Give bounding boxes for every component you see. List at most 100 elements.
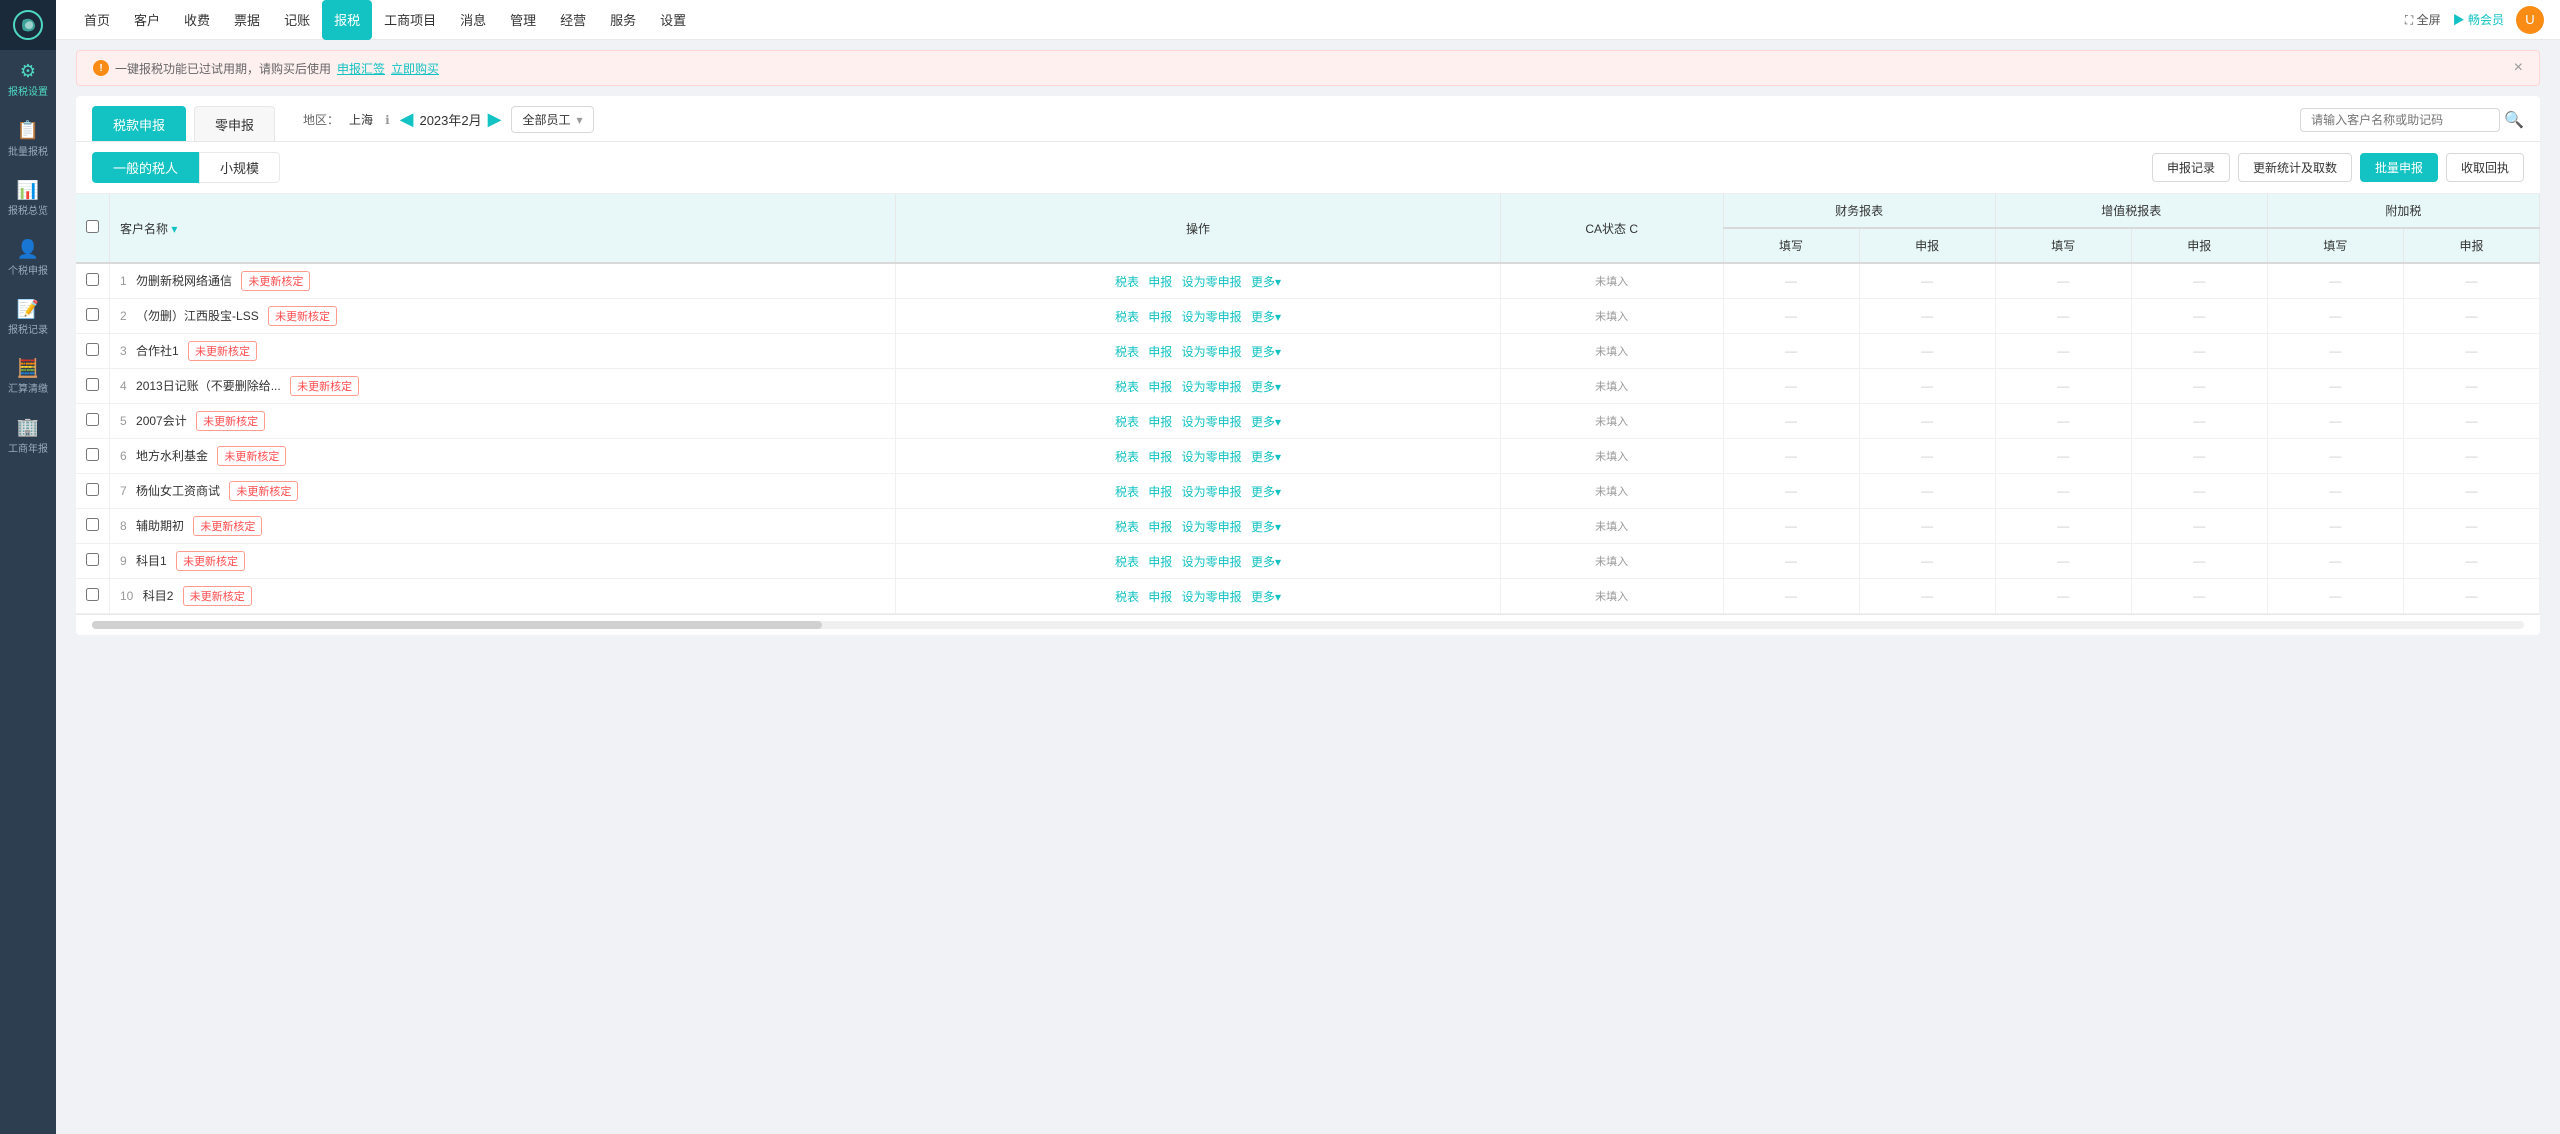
op-declare[interactable]: 申报 — [1148, 310, 1172, 324]
row-name: 2007会计 — [136, 414, 187, 428]
dept-select[interactable]: 全部员工 ▾ — [511, 106, 593, 133]
row-checkbox-0[interactable] — [86, 273, 99, 286]
search-input[interactable] — [2300, 108, 2500, 132]
op-set-zero[interactable]: 设为零申报 — [1182, 450, 1242, 464]
nav-settings[interactable]: 设置 — [648, 0, 698, 40]
update-stats-btn[interactable]: 更新统计及取数 — [2238, 153, 2352, 182]
nav-manage[interactable]: 管理 — [498, 0, 548, 40]
op-set-zero[interactable]: 设为零申报 — [1182, 310, 1242, 324]
op-set-zero[interactable]: 设为零申报 — [1182, 275, 1242, 289]
op-declare[interactable]: 申报 — [1148, 275, 1172, 289]
op-more[interactable]: 更多▾ — [1251, 590, 1281, 604]
sidebar-item-batch-tax[interactable]: 📋 批量报税 — [0, 109, 56, 168]
op-declare[interactable]: 申报 — [1148, 415, 1172, 429]
select-all-checkbox[interactable] — [86, 220, 99, 233]
op-more[interactable]: 更多▾ — [1251, 275, 1281, 289]
op-tax-table[interactable]: 税表 — [1115, 450, 1139, 464]
notice-link2[interactable]: 立即购买 — [391, 60, 439, 77]
op-more[interactable]: 更多▾ — [1251, 345, 1281, 359]
row-checkbox-8[interactable] — [86, 553, 99, 566]
sidebar-item-personal-tax[interactable]: 👤 个税申报 — [0, 228, 56, 287]
nav-business[interactable]: 工商项目 — [372, 0, 448, 40]
tab-tax-declare[interactable]: 税款申报 — [92, 106, 186, 141]
nav-ledger[interactable]: 记账 — [272, 0, 322, 40]
ca-status: 未填入 — [1595, 416, 1628, 428]
row-status-badge: 未更新核定 — [229, 481, 298, 501]
op-set-zero[interactable]: 设为零申报 — [1182, 345, 1242, 359]
op-declare[interactable]: 申报 — [1148, 345, 1172, 359]
nav-message[interactable]: 消息 — [448, 0, 498, 40]
nav-client[interactable]: 客户 — [122, 0, 172, 40]
row-num: 7 — [120, 484, 127, 498]
nav-operation[interactable]: 经营 — [548, 0, 598, 40]
notice-close-btn[interactable]: × — [2514, 59, 2523, 77]
app-logo[interactable] — [0, 0, 56, 50]
batch-declare-btn[interactable]: 批量申报 — [2360, 153, 2438, 182]
row-checkbox-7[interactable] — [86, 518, 99, 531]
op-more[interactable]: 更多▾ — [1251, 380, 1281, 394]
op-tax-table[interactable]: 税表 — [1115, 520, 1139, 534]
upgrade-btn[interactable]: ▶ 畅会员 — [2453, 11, 2504, 28]
op-declare[interactable]: 申报 — [1148, 380, 1172, 394]
row-checkbox-2[interactable] — [86, 343, 99, 356]
sort-icon[interactable]: ▾ — [171, 222, 177, 236]
collect-return-btn[interactable]: 收取回执 — [2446, 153, 2524, 182]
fullscreen-btn[interactable]: ⛶ 全屏 — [2405, 11, 2441, 28]
row-tax-fill: — — [1995, 579, 2131, 614]
op-more[interactable]: 更多▾ — [1251, 450, 1281, 464]
user-avatar[interactable]: U — [2516, 6, 2544, 34]
op-declare[interactable]: 申报 — [1148, 555, 1172, 569]
op-tax-table[interactable]: 税表 — [1115, 590, 1139, 604]
nav-invoice[interactable]: 票据 — [222, 0, 272, 40]
op-tax-table[interactable]: 税表 — [1115, 415, 1139, 429]
sub-tab-general[interactable]: 一般的税人 — [92, 152, 199, 183]
op-tax-table[interactable]: 税表 — [1115, 380, 1139, 394]
region-info-icon[interactable]: ℹ — [385, 113, 390, 127]
sidebar-item-calc-clear[interactable]: 🧮 汇算清缴 — [0, 347, 56, 406]
sidebar-item-tax-record[interactable]: 📝 报税记录 — [0, 288, 56, 347]
op-declare[interactable]: 申报 — [1148, 520, 1172, 534]
nav-service[interactable]: 服务 — [598, 0, 648, 40]
declare-record-btn[interactable]: 申报记录 — [2152, 153, 2230, 182]
scroll-track[interactable] — [92, 621, 2524, 629]
nav-home[interactable]: 首页 — [72, 0, 122, 40]
op-tax-table[interactable]: 税表 — [1115, 310, 1139, 324]
sidebar-item-tax-overview[interactable]: 📊 报税总览 — [0, 169, 56, 228]
row-checkbox-6[interactable] — [86, 483, 99, 496]
op-set-zero[interactable]: 设为零申报 — [1182, 485, 1242, 499]
op-tax-table[interactable]: 税表 — [1115, 555, 1139, 569]
op-declare[interactable]: 申报 — [1148, 485, 1172, 499]
prev-month-btn[interactable]: ◀ — [400, 109, 414, 130]
op-more[interactable]: 更多▾ — [1251, 310, 1281, 324]
op-set-zero[interactable]: 设为零申报 — [1182, 415, 1242, 429]
op-declare[interactable]: 申报 — [1148, 590, 1172, 604]
op-more[interactable]: 更多▾ — [1251, 520, 1281, 534]
op-more[interactable]: 更多▾ — [1251, 485, 1281, 499]
op-set-zero[interactable]: 设为零申报 — [1182, 590, 1242, 604]
tab-zero-declare[interactable]: 零申报 — [194, 106, 275, 141]
row-checkbox-9[interactable] — [86, 588, 99, 601]
sub-tab-small[interactable]: 小规模 — [199, 152, 280, 183]
op-more[interactable]: 更多▾ — [1251, 555, 1281, 569]
row-checkbox-1[interactable] — [86, 308, 99, 321]
nav-tax[interactable]: 报税 — [322, 0, 372, 40]
row-ca-cell: 未填入 — [1500, 369, 1723, 404]
sidebar-item-biz-annual[interactable]: 🏢 工商年报 — [0, 406, 56, 465]
nav-billing[interactable]: 收费 — [172, 0, 222, 40]
row-checkbox-5[interactable] — [86, 448, 99, 461]
op-set-zero[interactable]: 设为零申报 — [1182, 555, 1242, 569]
op-tax-table[interactable]: 税表 — [1115, 275, 1139, 289]
next-month-btn[interactable]: ▶ — [488, 109, 502, 130]
row-checkbox-4[interactable] — [86, 413, 99, 426]
op-tax-table[interactable]: 税表 — [1115, 485, 1139, 499]
personal-tax-icon: 👤 — [17, 238, 39, 261]
op-set-zero[interactable]: 设为零申报 — [1182, 380, 1242, 394]
op-set-zero[interactable]: 设为零申报 — [1182, 520, 1242, 534]
notice-link1[interactable]: 申报汇签 — [337, 60, 385, 77]
op-declare[interactable]: 申报 — [1148, 450, 1172, 464]
row-checkbox-3[interactable] — [86, 378, 99, 391]
sidebar-item-tax-settings[interactable]: ⚙ 报税设置 — [0, 50, 56, 109]
op-more[interactable]: 更多▾ — [1251, 415, 1281, 429]
search-btn[interactable]: 🔍 — [2504, 110, 2524, 130]
op-tax-table[interactable]: 税表 — [1115, 345, 1139, 359]
